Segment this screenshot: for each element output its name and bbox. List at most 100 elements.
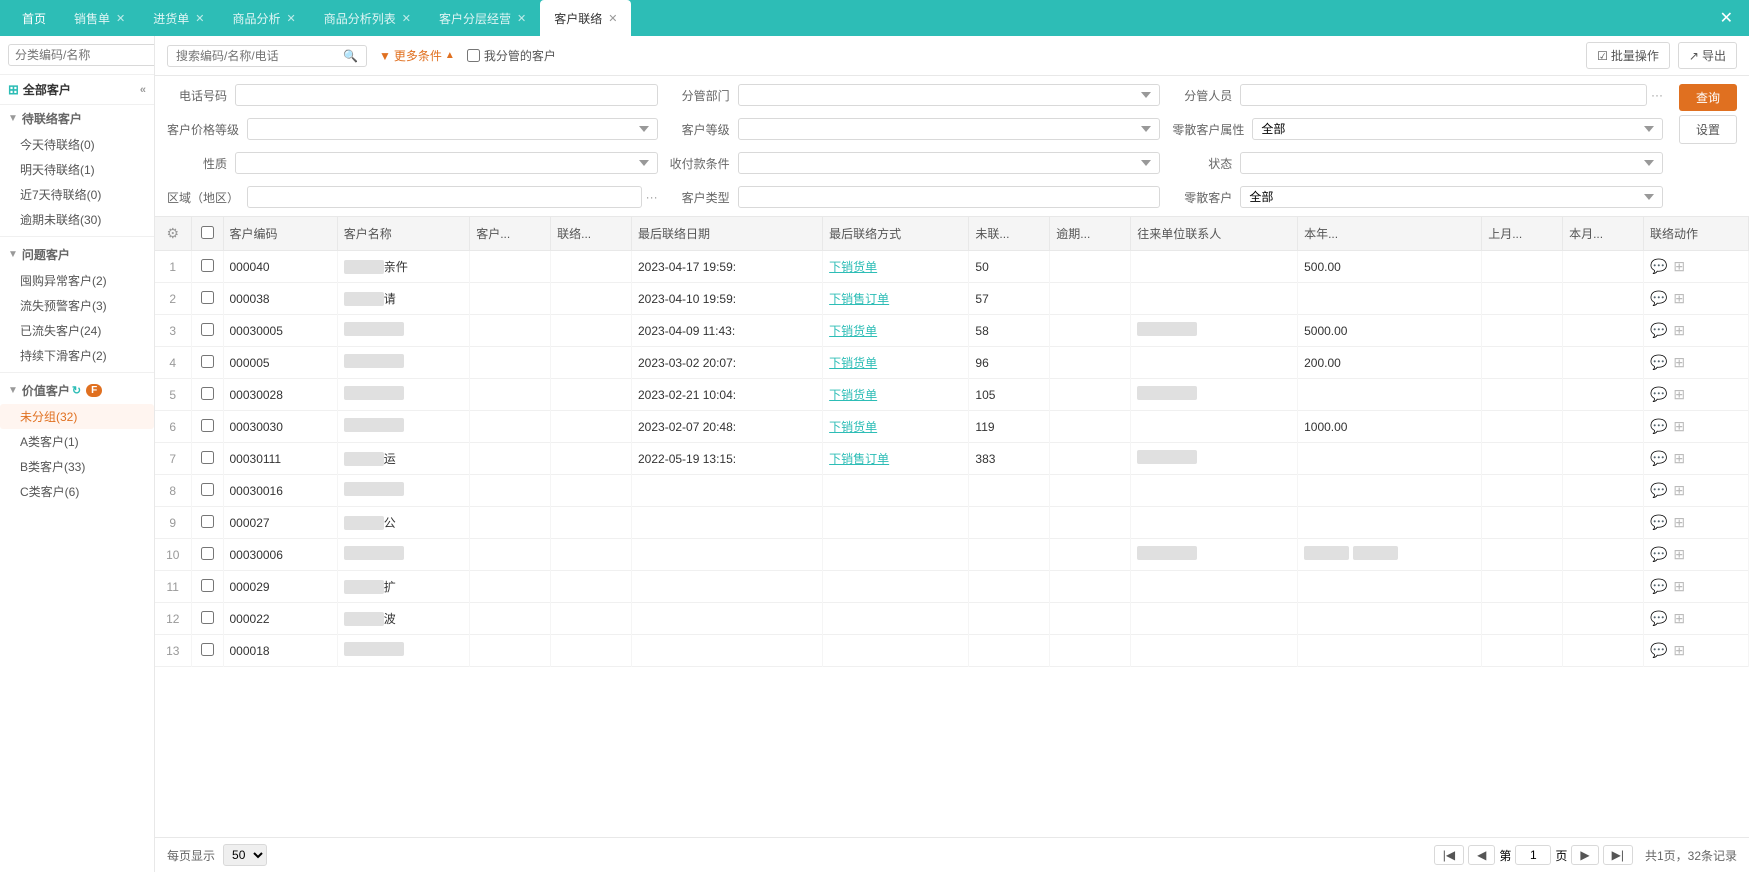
my-customers-checkbox[interactable]: [467, 49, 480, 62]
row-checkbox[interactable]: [201, 323, 214, 336]
prev-page-btn[interactable]: ◀: [1468, 845, 1495, 865]
th-last-date[interactable]: 最后联络日期: [632, 217, 823, 251]
row-checkbox-cell[interactable]: [191, 283, 223, 315]
table-cell[interactable]: 下销货单: [823, 315, 969, 347]
sidebar-group-problem[interactable]: ▼ 问题客户: [0, 241, 154, 268]
page-number-input[interactable]: [1515, 845, 1551, 865]
table-row[interactable]: 6000300302023-02-07 20:48:下销货单1191000.00…: [155, 411, 1749, 443]
region-input[interactable]: [247, 186, 642, 208]
table-cell[interactable]: 下销售订单: [823, 443, 969, 475]
row-checkbox-cell[interactable]: [191, 507, 223, 539]
th-code[interactable]: 客户编码: [223, 217, 337, 251]
row-checkbox-cell[interactable]: [191, 411, 223, 443]
batch-operation-btn[interactable]: ☑ 批量操作: [1586, 42, 1670, 69]
row-checkbox[interactable]: [201, 419, 214, 432]
chat-icon[interactable]: 💬: [1650, 450, 1667, 467]
row-checkbox[interactable]: [201, 643, 214, 656]
qr-icon[interactable]: ⊞: [1673, 546, 1685, 563]
qr-icon[interactable]: ⊞: [1673, 482, 1685, 499]
chat-icon[interactable]: 💬: [1650, 578, 1667, 595]
row-checkbox[interactable]: [201, 515, 214, 528]
sidebar-all-customers[interactable]: ⊞ 全部客户 «: [0, 75, 154, 105]
sidebar-item-class-a[interactable]: A类客户(1): [0, 429, 154, 454]
table-cell[interactable]: 下销售订单: [823, 283, 969, 315]
sidebar-item-today[interactable]: 今天待联络(0): [0, 132, 154, 157]
chat-icon[interactable]: 💬: [1650, 546, 1667, 563]
tab-customer-contact-close[interactable]: ✕: [608, 12, 617, 25]
table-cell[interactable]: 下销货单: [823, 251, 969, 283]
reset-button[interactable]: 设置: [1679, 115, 1737, 144]
sidebar-group-pending[interactable]: ▼ 待联络客户: [0, 105, 154, 132]
tab-customer-segment[interactable]: 客户分层经营 ✕: [425, 0, 540, 36]
row-checkbox[interactable]: [201, 579, 214, 592]
qr-icon[interactable]: ⊞: [1673, 610, 1685, 627]
chat-icon[interactable]: 💬: [1650, 610, 1667, 627]
row-checkbox[interactable]: [201, 259, 214, 272]
th-name[interactable]: 客户名称: [337, 217, 470, 251]
settings-icon[interactable]: ⚙: [166, 225, 179, 241]
export-btn[interactable]: ↗ 导出: [1678, 42, 1737, 69]
qr-icon[interactable]: ⊞: [1673, 578, 1685, 595]
table-row[interactable]: 11000029●●扩 💬 ⊞: [155, 571, 1749, 603]
sidebar-item-declining[interactable]: 持续下滑客户(2): [0, 343, 154, 368]
row-checkbox-cell[interactable]: [191, 347, 223, 379]
th-no-contact[interactable]: 未联...: [969, 217, 1050, 251]
chat-icon[interactable]: 💬: [1650, 514, 1667, 531]
region-more-btn[interactable]: ···: [646, 190, 658, 204]
select-all-checkbox[interactable]: [201, 226, 214, 239]
tab-purchase-close[interactable]: ✕: [195, 12, 204, 25]
phone-input[interactable]: [235, 84, 658, 106]
chat-icon[interactable]: 💬: [1650, 258, 1667, 275]
per-page-select[interactable]: 50: [223, 844, 267, 866]
table-row[interactable]: 3000300052023-04-09 11:43:下销货单585000.00 …: [155, 315, 1749, 347]
table-row[interactable]: 12000022●●波 💬 ⊞: [155, 603, 1749, 635]
sidebar-item-class-b[interactable]: B类客户(33): [0, 454, 154, 479]
status-select[interactable]: [1240, 152, 1663, 174]
query-button[interactable]: 查询: [1679, 84, 1737, 111]
qr-icon[interactable]: ⊞: [1673, 290, 1685, 307]
table-row[interactable]: 5000300282023-02-21 10:04:下销货单105 💬 ⊞: [155, 379, 1749, 411]
chat-icon[interactable]: 💬: [1650, 354, 1667, 371]
th-overdue[interactable]: 逾期...: [1050, 217, 1131, 251]
row-checkbox-cell[interactable]: [191, 539, 223, 571]
row-checkbox-cell[interactable]: [191, 315, 223, 347]
chat-icon[interactable]: 💬: [1650, 642, 1667, 659]
table-row[interactable]: 9000027●●公 💬 ⊞: [155, 507, 1749, 539]
row-checkbox[interactable]: [201, 355, 214, 368]
sidebar-item-7days[interactable]: 近7天待联络(0): [0, 182, 154, 207]
retail-customer-select[interactable]: 全部: [1240, 186, 1663, 208]
qr-icon[interactable]: ⊞: [1673, 642, 1685, 659]
sidebar-item-churned[interactable]: 已流失客户(24): [0, 318, 154, 343]
qr-icon[interactable]: ⊞: [1673, 322, 1685, 339]
tab-analysis-list-close[interactable]: ✕: [402, 12, 411, 25]
table-row[interactable]: 2000038●●请2023-04-10 19:59:下销售订单57 💬 ⊞: [155, 283, 1749, 315]
row-checkbox[interactable]: [201, 483, 214, 496]
row-checkbox-cell[interactable]: [191, 603, 223, 635]
qr-icon[interactable]: ⊞: [1673, 450, 1685, 467]
table-cell[interactable]: 下销货单: [823, 411, 969, 443]
qr-icon[interactable]: ⊞: [1673, 258, 1685, 275]
row-checkbox-cell[interactable]: [191, 443, 223, 475]
table-row[interactable]: 40000052023-03-02 20:07:下销货单96200.00 💬 ⊞: [155, 347, 1749, 379]
last-page-btn[interactable]: ▶|: [1603, 845, 1633, 865]
row-checkbox[interactable]: [201, 387, 214, 400]
th-last-month[interactable]: 上月...: [1482, 217, 1563, 251]
customer-type-input[interactable]: [738, 186, 1161, 208]
next-page-btn[interactable]: ▶: [1571, 845, 1598, 865]
tab-purchase[interactable]: 进货单 ✕: [139, 0, 218, 36]
th-settings[interactable]: ⚙: [155, 217, 191, 251]
row-checkbox-cell[interactable]: [191, 571, 223, 603]
tab-home[interactable]: 首页: [8, 0, 60, 36]
row-checkbox-cell[interactable]: [191, 379, 223, 411]
first-page-btn[interactable]: |◀: [1434, 845, 1464, 865]
th-cat[interactable]: 客户...: [470, 217, 551, 251]
sidebar-item-class-c[interactable]: C类客户(6): [0, 479, 154, 504]
tab-customer-segment-close[interactable]: ✕: [517, 12, 526, 25]
tab-sales-close[interactable]: ✕: [116, 12, 125, 25]
search-icon-main[interactable]: 🔍: [343, 49, 358, 63]
my-customers-checkbox-label[interactable]: 我分管的客户: [467, 47, 556, 64]
row-checkbox[interactable]: [201, 611, 214, 624]
value-refresh-icon[interactable]: ↻: [72, 384, 81, 397]
sidebar-item-overdue[interactable]: 逾期未联络(30): [0, 207, 154, 232]
tab-sales[interactable]: 销售单 ✕: [60, 0, 139, 36]
